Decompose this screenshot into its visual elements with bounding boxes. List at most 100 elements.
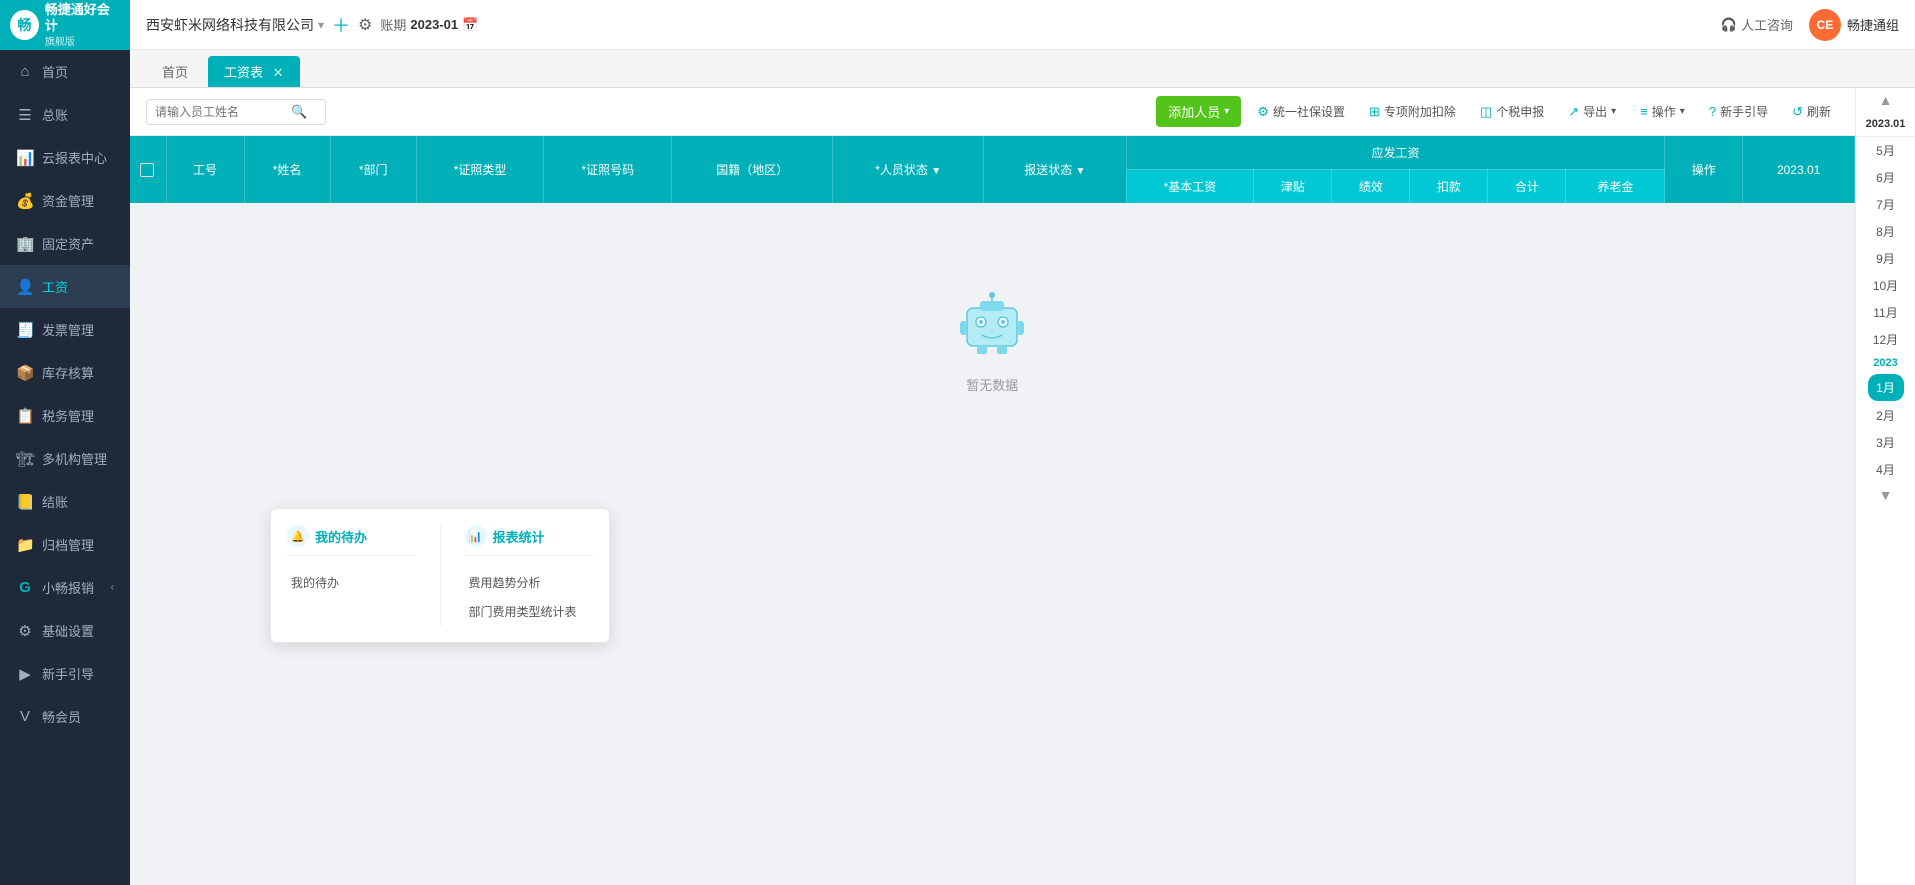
topbar: 西安虾米网络科技有限公司 ▾ ＋ ⚙ 账期 2023-01 📅 🎧 人工咨询 C… — [130, 0, 1915, 50]
add-company-button[interactable]: ＋ — [332, 12, 350, 38]
sidebar-item-multi-org[interactable]: 🏗 多机构管理 — [0, 437, 130, 480]
month-item-2[interactable]: 2月 — [1856, 402, 1915, 429]
salary-group-header: 应发工资 — [1126, 136, 1665, 170]
toolbar: 🔍 添加人员 ▾ ⚙ 统一社保设置 ⊞ 专项附加扣除 — [130, 88, 1855, 136]
sidebar-item-tax[interactable]: 📋 税务管理 — [0, 394, 130, 437]
search-icon[interactable]: 🔍 — [291, 104, 307, 120]
tax-icon: ◫ — [1480, 104, 1492, 120]
reports-icon: 📊 — [16, 149, 34, 167]
user-name[interactable]: 畅捷通组 — [1847, 15, 1899, 34]
checkbox-col-header — [130, 136, 166, 203]
ops-arrow-icon: ▾ — [1680, 106, 1685, 117]
month-item-10[interactable]: 10月 — [1856, 272, 1915, 299]
sidebar-item-archive[interactable]: 📁 归档管理 — [0, 523, 130, 566]
sidebar-item-expense[interactable]: G 小畅报销 ‹ — [0, 566, 130, 609]
popup-report-item-0[interactable]: 费用趋势分析 — [465, 568, 594, 597]
filter-icon[interactable]: ▼ — [931, 166, 941, 177]
month-item-1[interactable]: 1月 — [1868, 374, 1904, 401]
popup-col-todo: 🔔 我的待办 我的待办 — [287, 525, 416, 626]
sidebar-item-assets[interactable]: 🏢 固定资产 — [0, 222, 130, 265]
select-all-checkbox[interactable] — [140, 163, 154, 177]
year-2023-label: 2023 — [1873, 353, 1897, 373]
sidebar-item-reports[interactable]: 📊 云报表中心 — [0, 136, 130, 179]
company-name: 西安虾米网络科技有限公司 — [146, 15, 314, 35]
tab-salary[interactable]: 工资表 ✕ — [208, 56, 300, 87]
guide-icon: ? — [1709, 104, 1716, 119]
invoice-icon: 🧾 — [16, 321, 34, 339]
col-header-performance: 绩效 — [1332, 170, 1410, 204]
sidebar-item-inventory[interactable]: 📦 库存核算 — [0, 351, 130, 394]
popup-reports-header: 📊 报表统计 — [465, 525, 594, 556]
sidebar-nav: ⌂ 首页 ☰ 总账 📊 云报表中心 💰 资金管理 🏢 固定资产 👤 工资 🧾 发… — [0, 50, 130, 885]
add-person-button[interactable]: 添加人员 ▾ — [1156, 96, 1241, 127]
avatar: CE — [1809, 9, 1841, 41]
refresh-button[interactable]: ↺ 刷新 — [1784, 99, 1839, 124]
sidebar-item-invoice[interactable]: 🧾 发票管理 — [0, 308, 130, 351]
popup-divider — [440, 525, 441, 626]
tabbar: 首页 工资表 ✕ — [130, 50, 1915, 88]
sidebar-item-close[interactable]: 📒 结账 — [0, 480, 130, 523]
sidebar-item-home[interactable]: ⌂ 首页 — [0, 50, 130, 93]
refresh-icon: ↺ — [1792, 104, 1803, 120]
month-item-11[interactable]: 11月 — [1856, 299, 1915, 326]
content-area: 🔍 添加人员 ▾ ⚙ 统一社保设置 ⊞ 专项附加扣除 — [130, 88, 1915, 885]
multi-org-icon: 🏗 — [16, 450, 34, 468]
finance-icon: 💰 — [16, 192, 34, 210]
chevron-down-icon: ▾ — [318, 18, 324, 32]
col-header-status: *人员状态 ▼ — [833, 136, 984, 203]
search-input[interactable] — [155, 105, 285, 119]
customer-service-button[interactable]: 🎧 人工咨询 — [1721, 15, 1793, 34]
export-button[interactable]: ↗ 导出 ▾ — [1560, 99, 1624, 124]
salary-area: 🔍 添加人员 ▾ ⚙ 统一社保设置 ⊞ 专项附加扣除 — [130, 88, 1855, 885]
empty-state: 暂无数据 — [130, 203, 1855, 474]
company-selector[interactable]: 西安虾米网络科技有限公司 ▾ — [146, 15, 324, 35]
social-icon: ⚙ — [1257, 104, 1269, 120]
month-panel: ▲ 2023.01 5月 6月 7月 8月 9月 10月 11月 12月 202… — [1855, 88, 1915, 885]
col-header-report-status: 报送状态 ▼ — [984, 136, 1127, 203]
main-area: 西安虾米网络科技有限公司 ▾ ＋ ⚙ 账期 2023-01 📅 🎧 人工咨询 C… — [130, 0, 1915, 885]
month-item-9[interactable]: 9月 — [1856, 245, 1915, 272]
expense-icon: G — [16, 579, 34, 596]
col-header-total: 合计 — [1488, 170, 1566, 204]
sidebar-item-basic-settings[interactable]: ⚙ 基础设置 — [0, 609, 130, 652]
month-nav-down[interactable]: ▼ — [1874, 483, 1898, 507]
tab-close-icon[interactable]: ✕ — [273, 65, 284, 80]
member-icon: V — [16, 708, 34, 725]
guide-button[interactable]: ? 新手引导 — [1701, 99, 1776, 124]
sidebar-item-guide[interactable]: ▶ 新手引导 — [0, 652, 130, 695]
assets-icon: 🏢 — [16, 235, 34, 253]
month-nav-up[interactable]: ▲ — [1874, 88, 1898, 112]
month-item-7[interactable]: 7月 — [1856, 191, 1915, 218]
user-area: CE 畅捷通组 — [1809, 9, 1899, 41]
sidebar-item-finance[interactable]: 💰 资金管理 — [0, 179, 130, 222]
calendar-icon[interactable]: 📅 — [462, 17, 478, 33]
toolbar-actions: 添加人员 ▾ ⚙ 统一社保设置 ⊞ 专项附加扣除 ◫ 个税申报 — [1156, 96, 1839, 127]
special-deduction-button[interactable]: ⊞ 专项附加扣除 — [1361, 99, 1464, 124]
sidebar-item-salary[interactable]: 👤 工资 — [0, 265, 130, 308]
tab-home[interactable]: 首页 — [146, 56, 204, 87]
settings-icon: ⚙ — [16, 622, 34, 640]
salary-icon: 👤 — [16, 278, 34, 296]
month-item-6[interactable]: 6月 — [1856, 164, 1915, 191]
report-filter-icon[interactable]: ▼ — [1076, 166, 1086, 177]
popup-col-reports: 📊 报表统计 费用趋势分析 部门费用类型统计表 — [465, 525, 594, 626]
operations-button[interactable]: ≡ 操作 ▾ — [1632, 99, 1693, 124]
month-item-8[interactable]: 8月 — [1856, 218, 1915, 245]
logo-text: 畅捷通好会计 旗舰版 — [45, 2, 120, 48]
sidebar-item-ledger[interactable]: ☰ 总账 — [0, 93, 130, 136]
tax-icon: 📋 — [16, 407, 34, 425]
dropdown-arrow-icon: ▾ — [1224, 106, 1229, 117]
month-item-3[interactable]: 3月 — [1856, 429, 1915, 456]
social-insurance-settings-button[interactable]: ⚙ 统一社保设置 — [1249, 99, 1353, 124]
popup-todo-item-0[interactable]: 我的待办 — [287, 568, 416, 597]
company-settings-icon[interactable]: ⚙ — [358, 15, 372, 35]
tax-report-button[interactable]: ◫ 个税申报 — [1472, 99, 1552, 124]
col-header-allowance: 津贴 — [1254, 170, 1332, 204]
month-item-12[interactable]: 12月 — [1856, 326, 1915, 353]
month-item-5[interactable]: 5月 — [1856, 137, 1915, 164]
sidebar-item-member[interactable]: V 畅会员 — [0, 695, 130, 738]
col-header-dept: *部门 — [330, 136, 416, 203]
popup-report-item-1[interactable]: 部门费用类型统计表 — [465, 597, 594, 626]
month-item-4[interactable]: 4月 — [1856, 456, 1915, 483]
month-panel-year-header: 2023.01 — [1856, 112, 1915, 137]
